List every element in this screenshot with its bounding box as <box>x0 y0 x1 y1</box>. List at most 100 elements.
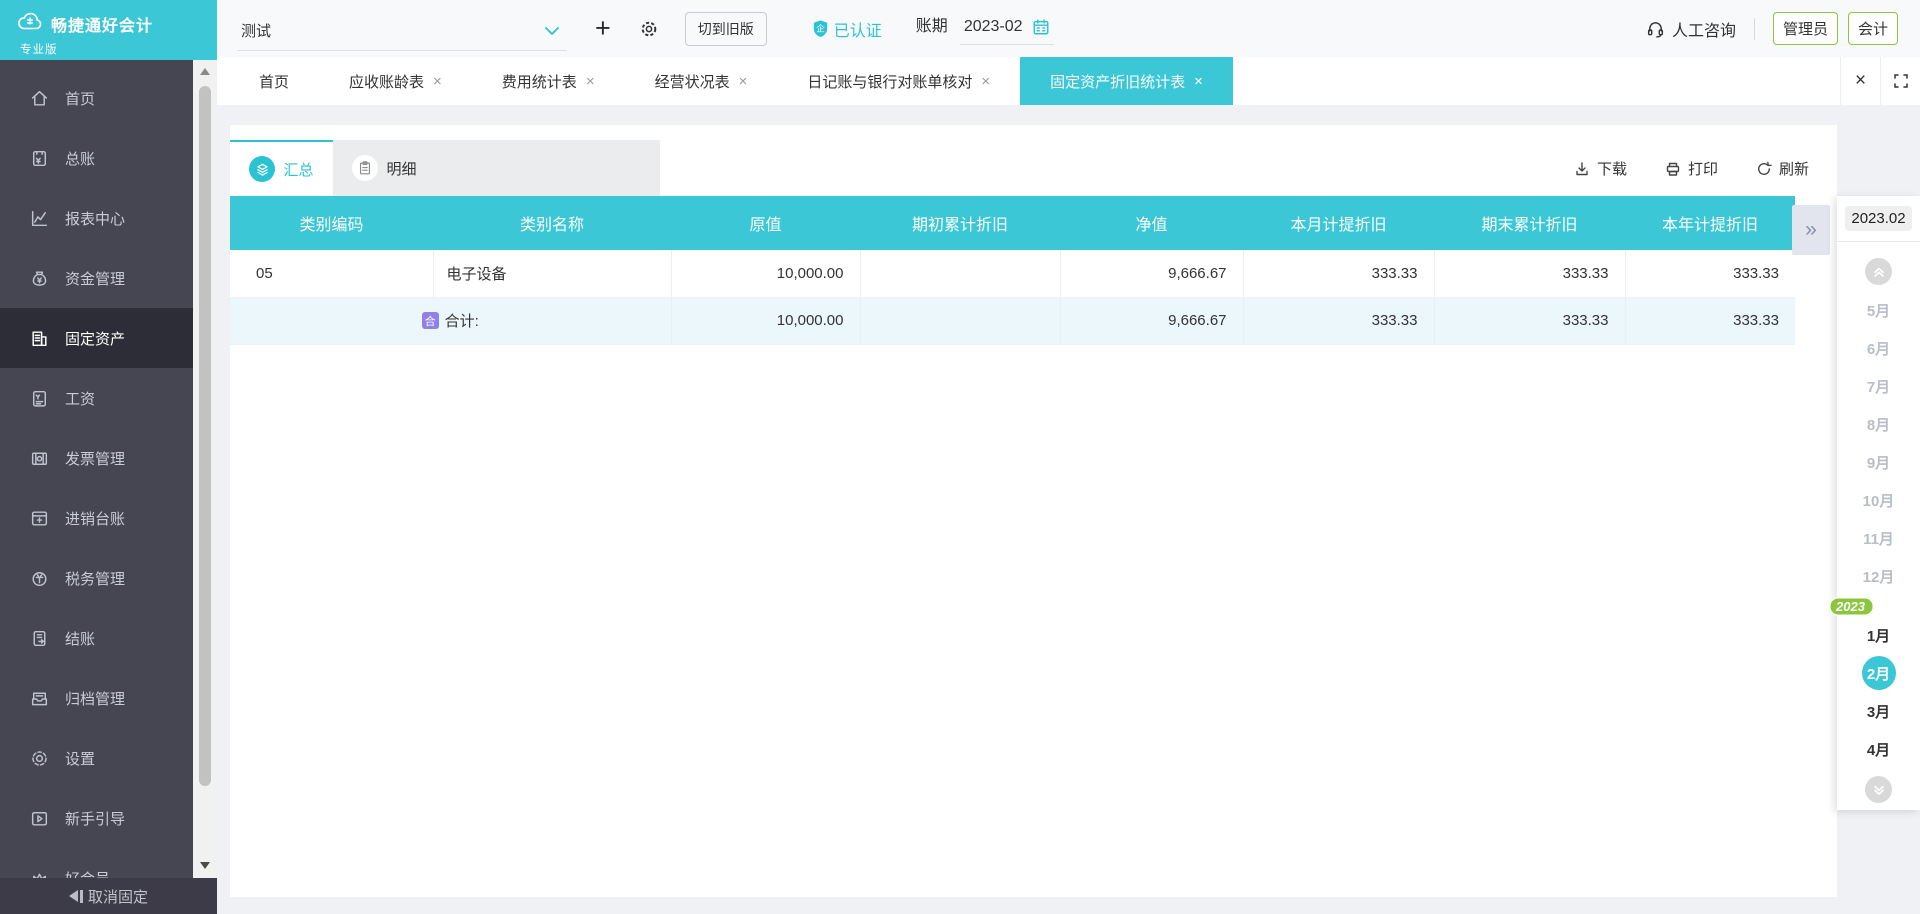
close-all-tabs-button[interactable]: × <box>1840 57 1880 105</box>
app-window: 畅捷通好会计 专业版 首页 总账 报表中心 资金管理 固定资产 工资 发票管理 … <box>0 0 1920 914</box>
live-support-button[interactable]: 人工咨询 <box>1646 17 1736 41</box>
sidebar-item-fixed-assets[interactable]: 固定资产 <box>0 308 193 368</box>
chart-icon <box>31 210 48 226</box>
month-picker-panel: 2023.02 5月 6月 7月 8月 9月 10月 11月 12月 2023 … <box>1829 196 1920 810</box>
col-header: 本月计提折旧 <box>1243 196 1434 250</box>
view-tab-detail[interactable]: 明细 <box>333 140 436 196</box>
inout-ledger-icon <box>31 510 48 526</box>
tab-journal-bank-check[interactable]: 日记账与银行对账单核对 × <box>777 57 1020 105</box>
month-item-jul: 7月 <box>1866 378 1891 396</box>
collapse-panel-button[interactable]: » <box>1792 205 1830 255</box>
tax-icon <box>32 571 47 586</box>
scroll-down-arrow-icon[interactable] <box>200 862 210 869</box>
period-picker[interactable]: 2023-02 <box>959 16 1054 45</box>
brand-logo: 畅捷通好会计 专业版 <box>0 0 217 60</box>
maximize-button[interactable] <box>1880 57 1920 105</box>
account-set-value: 测试 <box>241 23 272 40</box>
col-header: 类别编码 <box>230 196 433 250</box>
tab-fixed-asset-depreciation[interactable]: 固定资产折旧统计表 × <box>1020 57 1233 105</box>
sidebar-item-label: 发票管理 <box>65 450 126 468</box>
view-tab-strip: 明细 <box>333 140 660 196</box>
month-item-mar[interactable]: 3月 <box>1837 698 1920 724</box>
topbar: 测试 + 切到旧版 企 已认证 账期 2023-02 人工咨询 管理员 会计 <box>217 0 1920 57</box>
sidebar-item-salary[interactable]: 工资 <box>0 368 193 428</box>
table-row[interactable]: 05 电子设备 10,000.00 9,666.67 333.33 333.33… <box>230 250 1795 298</box>
month-item-jun: 6月 <box>1866 340 1891 358</box>
sidebar-item-tax-management[interactable]: 税务管理 <box>0 548 193 608</box>
cell-original-value: 10,000.00 <box>671 250 861 298</box>
sidebar-item-fund-management[interactable]: 资金管理 <box>0 248 193 308</box>
switch-to-old-version-button[interactable]: 切到旧版 <box>684 11 767 46</box>
month-item-jan[interactable]: 1月 <box>1837 622 1920 648</box>
sidebar-item-member[interactable]: 好会员 <box>0 848 193 878</box>
add-account-set-button[interactable]: + <box>595 15 611 42</box>
sidebar-item-home[interactable]: 首页 <box>0 68 193 128</box>
tab-home[interactable]: 首页 <box>229 57 319 105</box>
account-set-selector[interactable]: 测试 <box>237 16 567 51</box>
month-item-aug: 8月 <box>1866 416 1891 434</box>
months-scroll-down-button[interactable] <box>1865 776 1892 803</box>
member-crown-icon <box>32 873 47 878</box>
divider <box>1837 241 1920 242</box>
role-accountant-button[interactable]: 会计 <box>1847 12 1898 45</box>
tab-close-icon[interactable]: × <box>433 74 442 89</box>
tab-close-icon[interactable]: × <box>1194 74 1203 89</box>
maximize-icon <box>1893 74 1908 88</box>
sidebar-item-general-ledger[interactable]: 总账 <box>0 128 193 188</box>
settings-button[interactable] <box>639 19 659 39</box>
tab-receivable-aging[interactable]: 应收账龄表 × <box>319 57 472 105</box>
month-item-apr[interactable]: 4月 <box>1837 736 1920 762</box>
accounting-period: 账期 2023-02 <box>916 12 1054 45</box>
unpin-label: 取消固定 <box>87 888 148 906</box>
sidebar-scrollbar[interactable] <box>193 60 217 878</box>
cell-total-opening <box>860 297 1061 345</box>
view-toolbar: 汇总 明细 下载 打印 刷新 <box>230 125 1837 196</box>
sidebar-item-settings[interactable]: 设置 <box>0 728 193 788</box>
sidebar-item-label: 进销台账 <box>65 510 126 528</box>
sidebar-item-archive-management[interactable]: 归档管理 <box>0 668 193 728</box>
cell-total-net: 9,666.67 <box>1060 297 1244 345</box>
headset-icon <box>1647 22 1664 38</box>
month-item-feb-selected[interactable]: 2月 <box>1861 656 1896 690</box>
sidebar-item-closing[interactable]: 结账 <box>0 608 193 668</box>
view-tab-label: 汇总 <box>283 161 314 179</box>
building-icon <box>32 330 47 346</box>
tab-expense-stats[interactable]: 费用统计表 × <box>472 57 625 105</box>
col-header: 类别名称 <box>433 196 671 250</box>
summary-layers-icon <box>249 156 276 182</box>
tab-close-icon[interactable]: × <box>739 74 748 89</box>
print-button[interactable]: 打印 <box>1665 158 1718 179</box>
sidebar-item-invoice-management[interactable]: 发票管理 <box>0 428 193 488</box>
home-icon <box>31 90 48 106</box>
sidebar-item-beginner-guide[interactable]: 新手引导 <box>0 788 193 848</box>
tab-close-icon[interactable]: × <box>981 74 990 89</box>
view-tab-summary[interactable]: 汇总 <box>230 140 333 196</box>
scrollbar-thumb[interactable] <box>199 86 211 786</box>
tab-window-controls: × <box>1840 57 1920 105</box>
tab-close-icon[interactable]: × <box>586 74 595 89</box>
scroll-up-arrow-icon[interactable] <box>200 68 210 75</box>
cell-total-label: 合 合计: <box>230 297 672 345</box>
certified-badge[interactable]: 企 已认证 <box>811 17 882 41</box>
col-header: 期初累计折旧 <box>860 196 1060 250</box>
tab-label: 费用统计表 <box>501 73 577 91</box>
svg-text:企: 企 <box>816 22 825 33</box>
unpin-sidebar-button[interactable]: 取消固定 <box>0 878 217 914</box>
sidebar-item-label: 首页 <box>65 90 96 108</box>
shield-icon: 企 <box>813 20 827 38</box>
sidebar-item-label: 结账 <box>65 630 96 648</box>
tab-label: 首页 <box>259 73 290 91</box>
sidebar-item-report-center[interactable]: 报表中心 <box>0 188 193 248</box>
role-admin-button[interactable]: 管理员 <box>1772 12 1838 45</box>
tab-operating-status[interactable]: 经营状况表 × <box>625 57 778 105</box>
cell-total-original: 10,000.00 <box>671 297 861 345</box>
sidebar-item-purchase-sales-ledger[interactable]: 进销台账 <box>0 488 193 548</box>
months-scroll-up-button[interactable] <box>1865 258 1892 285</box>
sidebar-item-label: 设置 <box>65 750 96 768</box>
refresh-button[interactable]: 刷新 <box>1756 158 1809 179</box>
salary-icon <box>32 390 47 407</box>
col-header: 原值 <box>671 196 860 250</box>
col-header: 期末累计折旧 <box>1434 196 1625 250</box>
download-button[interactable]: 下载 <box>1574 158 1627 179</box>
sidebar-item-label: 好会员 <box>65 868 110 879</box>
